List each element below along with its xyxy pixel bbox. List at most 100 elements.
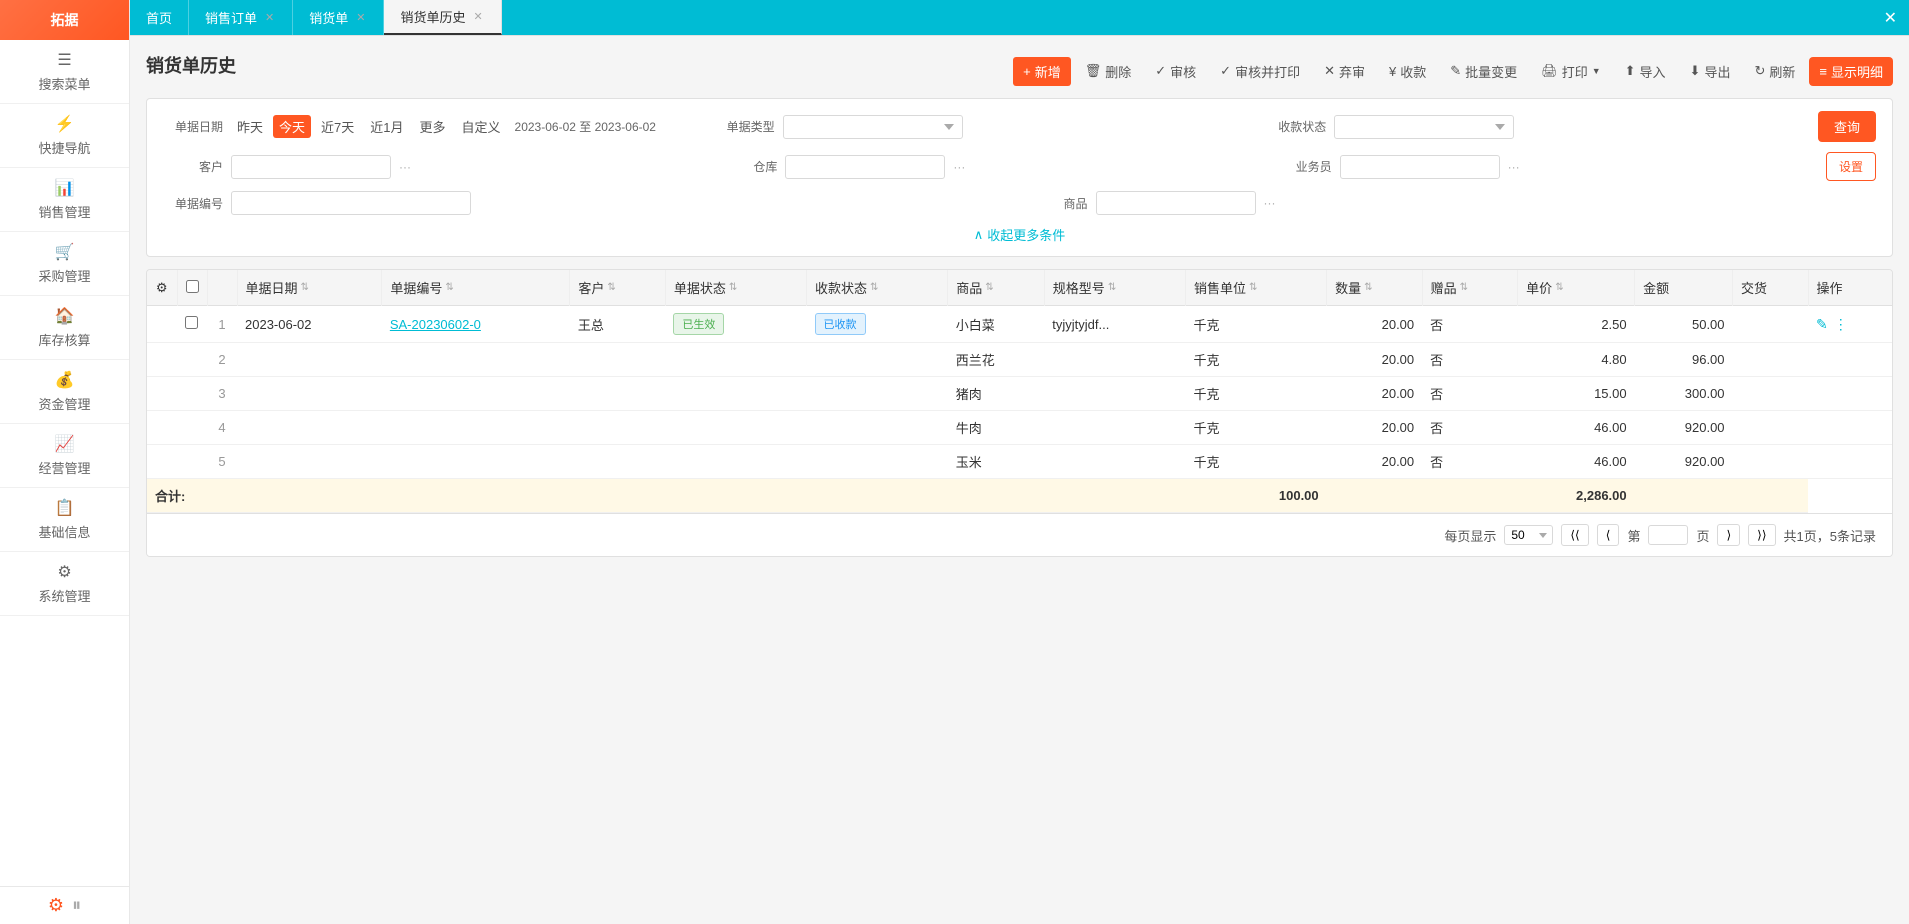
doc-type-select[interactable]: [783, 115, 963, 139]
col-gift[interactable]: 赠品 ⇅: [1422, 270, 1518, 306]
shortcut-more[interactable]: 更多: [414, 115, 452, 138]
sidebar-item-operations[interactable]: 📈 经营管理: [0, 424, 129, 488]
row-select-checkbox[interactable]: [185, 316, 198, 329]
audit-print-button[interactable]: ✓ 审核并打印: [1210, 57, 1310, 86]
shortcut-1month[interactable]: 近1月: [364, 115, 409, 138]
tab-sales-delivery-close[interactable]: ✕: [354, 11, 367, 24]
row-checkbox[interactable]: [177, 411, 207, 445]
export-button[interactable]: ⬇ 导出: [1680, 57, 1741, 86]
shortcut-yesterday[interactable]: 昨天: [231, 115, 269, 138]
sidebar-item-basic-info[interactable]: 📋 基础信息: [0, 488, 129, 552]
warehouse-picker-icon[interactable]: ···: [953, 160, 965, 174]
sidebar-item-purchase-mgmt[interactable]: 🛒 采购管理: [0, 232, 129, 296]
page-size-select[interactable]: 50 100 200: [1504, 525, 1553, 545]
shortcut-custom[interactable]: 自定义: [456, 115, 507, 138]
sidebar-item-system-mgmt[interactable]: ⚙ 系统管理: [0, 552, 129, 616]
row-transaction: [1733, 411, 1809, 445]
salesperson-input[interactable]: [1340, 155, 1500, 179]
col-unit-price[interactable]: 单价 ⇅: [1518, 270, 1635, 306]
tab-bar-close-btn[interactable]: ✕: [1872, 8, 1909, 28]
col-goods[interactable]: 商品 ⇅: [948, 270, 1045, 306]
salesperson-picker-icon[interactable]: ···: [1508, 160, 1520, 174]
doc-no-link[interactable]: SA-20230602-0: [390, 317, 481, 332]
abandon-button[interactable]: ✕ 弃审: [1314, 57, 1375, 86]
edit-action-icon[interactable]: ✎: [1816, 316, 1828, 333]
col-collection-status[interactable]: 收款状态 ⇅: [807, 270, 948, 306]
collapse-button[interactable]: ∧ 收起更多条件: [163, 225, 1876, 244]
print-button[interactable]: 🖨 打印 ▼: [1531, 57, 1610, 86]
settings-gear-icon[interactable]: ⚙: [156, 280, 168, 295]
row-unit-price: 46.00: [1518, 411, 1635, 445]
row-doc-no[interactable]: [382, 411, 570, 445]
refresh-button[interactable]: ↻ 刷新: [1744, 57, 1805, 86]
row-doc-no[interactable]: [382, 445, 570, 479]
sidebar-item-quick-nav[interactable]: ⚡ 快捷导航: [0, 104, 129, 168]
goods-input[interactable]: [1096, 191, 1256, 215]
add-button[interactable]: + 新增: [1013, 57, 1071, 86]
first-page-btn[interactable]: ⟨⟨: [1561, 524, 1588, 546]
collection-status-select[interactable]: [1334, 115, 1514, 139]
customer-input[interactable]: [231, 155, 391, 179]
last-page-btn[interactable]: ⟩⟩: [1748, 524, 1775, 546]
page-number-input[interactable]: 1: [1648, 525, 1688, 545]
filter-warehouse-field: 仓库 ···: [717, 155, 1255, 179]
tab-sales-history-close[interactable]: ✕: [472, 10, 485, 23]
batch-change-button[interactable]: ✎ 批量变更: [1440, 57, 1527, 86]
row-checkbox[interactable]: [177, 445, 207, 479]
toolbar: + 新增 🗑 删除 ✓ 审核 ✓ 审核并打印 ✕ 弃审: [1013, 57, 1893, 86]
row-checkbox[interactable]: [177, 306, 207, 343]
collection-badge: 已收款: [815, 313, 866, 335]
next-page-btn[interactable]: ⟩: [1717, 524, 1740, 546]
shortcut-7days[interactable]: 近7天: [315, 115, 360, 138]
query-button[interactable]: 查询: [1818, 111, 1876, 142]
tab-home[interactable]: 首页: [130, 0, 189, 35]
sort-doc-status-icon: ⇅: [729, 282, 737, 293]
sidebar-settings-icon[interactable]: ⚙: [48, 895, 64, 916]
col-spec-type[interactable]: 规格型号 ⇅: [1044, 270, 1185, 306]
doc-number-input[interactable]: [231, 191, 471, 215]
collect-button[interactable]: ¥ 收款: [1379, 57, 1436, 86]
sidebar-collapse-icon[interactable]: ⏸: [72, 895, 81, 916]
col-settings[interactable]: ⚙: [147, 270, 177, 306]
more-action-icon[interactable]: ⋮: [1834, 316, 1848, 333]
sidebar-item-search-menu[interactable]: ☰ 搜索菜单: [0, 40, 129, 104]
tab-sales-order[interactable]: 销售订单 ✕: [189, 0, 293, 35]
shortcut-today[interactable]: 今天: [273, 115, 311, 138]
col-doc-date[interactable]: 单据日期 ⇅: [237, 270, 382, 306]
warehouse-input[interactable]: [785, 155, 945, 179]
goods-picker-icon[interactable]: ···: [1264, 196, 1276, 210]
tab-sales-delivery-label: 销货单: [309, 8, 348, 27]
row-gift: 否: [1422, 445, 1518, 479]
sidebar-item-sales-mgmt[interactable]: 📊 销售管理: [0, 168, 129, 232]
row-collection-status: [807, 343, 948, 377]
customer-picker-icon[interactable]: ···: [399, 160, 411, 174]
audit-button[interactable]: ✓ 审核: [1145, 57, 1206, 86]
tab-sales-delivery[interactable]: 销货单 ✕: [293, 0, 384, 35]
row-doc-no[interactable]: SA-20230602-0: [382, 306, 570, 343]
row-amount: 50.00: [1635, 306, 1733, 343]
finance-icon: 💰: [55, 370, 75, 390]
row-collection-status: [807, 411, 948, 445]
salesperson-label: 业务员: [1272, 158, 1332, 175]
prev-page-btn[interactable]: ⟨: [1597, 524, 1620, 546]
row-doc-no[interactable]: [382, 377, 570, 411]
col-doc-status[interactable]: 单据状态 ⇅: [665, 270, 806, 306]
import-button[interactable]: ⬆ 导入: [1615, 57, 1676, 86]
setup-button[interactable]: 设置: [1826, 152, 1876, 181]
select-all-checkbox[interactable]: [186, 280, 199, 293]
sidebar-item-finance[interactable]: 💰 资金管理: [0, 360, 129, 424]
col-doc-no[interactable]: 单据编号 ⇅: [382, 270, 570, 306]
sidebar-item-inventory[interactable]: 🏠 库存核算: [0, 296, 129, 360]
col-quantity[interactable]: 数量 ⇅: [1327, 270, 1423, 306]
row-doc-no[interactable]: [382, 343, 570, 377]
delete-button[interactable]: 🗑 删除: [1075, 57, 1142, 86]
table-row: 5 玉米 千克 20.00 否 46.00 920.00: [147, 445, 1892, 479]
page-content: 销货单历史 + 新增 🗑 删除 ✓ 审核 ✓ 审核并打印: [130, 36, 1909, 924]
tab-sales-history[interactable]: 销货单历史 ✕: [384, 0, 501, 35]
row-checkbox[interactable]: [177, 377, 207, 411]
tab-sales-order-close[interactable]: ✕: [263, 11, 276, 24]
col-sales-unit[interactable]: 销售单位 ⇅: [1185, 270, 1326, 306]
row-checkbox[interactable]: [177, 343, 207, 377]
col-customer[interactable]: 客户 ⇅: [570, 270, 666, 306]
show-detail-button[interactable]: ≡ 显示明细: [1809, 57, 1893, 86]
